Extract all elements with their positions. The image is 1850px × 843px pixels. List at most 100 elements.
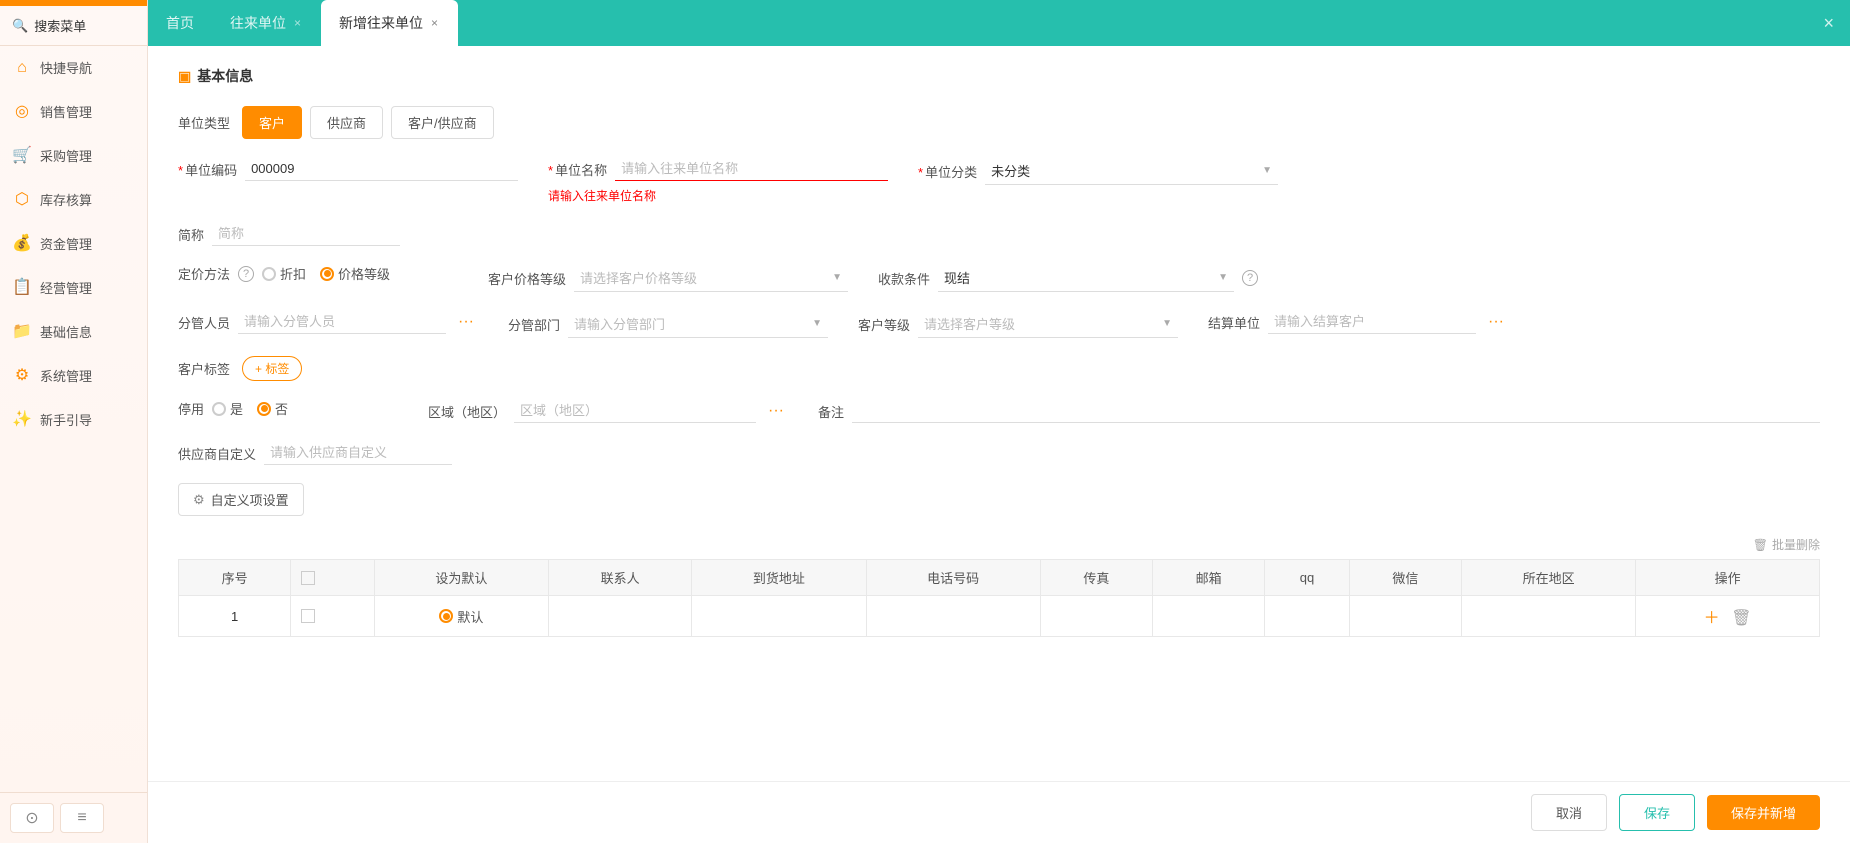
cell-fax [1040, 596, 1152, 637]
cell-email [1152, 596, 1264, 637]
unit-code-input[interactable] [245, 157, 518, 181]
unit-code-field: *单位编码 [178, 157, 518, 181]
sidebar-item-label: 基础信息 [40, 322, 92, 341]
code-name-category-row: *单位编码 *单位名称 请输入往来单位名称 *单位分类 未分类 ▼ [178, 157, 1820, 204]
region-more-icon[interactable]: ··· [764, 402, 788, 420]
department-select[interactable]: 请输入分管部门 ▼ [568, 310, 828, 338]
select-all-checkbox[interactable] [301, 571, 315, 585]
manager-row: 分管人员 ··· 分管部门 请输入分管部门 ▼ 客户等级 请选择客户等级 ▼ [178, 310, 1820, 338]
section-icon: ▣ [178, 68, 191, 85]
pricing-method-help-icon[interactable]: ? [238, 266, 254, 282]
radio-discount[interactable]: 折扣 [262, 264, 306, 283]
customer-price-level-select[interactable]: 请选择客户价格等级 ▼ [574, 264, 848, 292]
payment-terms-select[interactable]: 现结 ▼ [938, 264, 1234, 292]
radio-price-level[interactable]: 价格等级 [320, 264, 390, 283]
tab-new-counterparty-close[interactable]: × [429, 16, 440, 30]
sidebar-item-sys-mgmt[interactable]: ⚙ 系统管理 [0, 353, 147, 397]
sidebar-item-label: 资金管理 [40, 234, 92, 253]
main-close-button[interactable]: × [1807, 13, 1850, 34]
sidebar-item-label: 库存核算 [40, 190, 92, 209]
unit-type-field: 单位类型 客户 供应商 客户/供应商 [178, 106, 494, 139]
remark-field: 备注 [818, 399, 1820, 423]
unit-category-value: 未分类 [991, 161, 1258, 180]
pricing-row: 定价方法 ? 折扣 价格等级 客户价格等级 请选择客户价格等级 [178, 264, 1820, 292]
cell-area [1462, 596, 1636, 637]
supplier-custom-input[interactable] [264, 441, 452, 465]
sidebar-item-beginner[interactable]: ✨ 新手引导 [0, 397, 147, 441]
customer-level-field: 客户等级 请选择客户等级 ▼ [858, 310, 1178, 338]
sidebar-item-inventory[interactable]: ⬡ 库存核算 [0, 177, 147, 221]
sidebar-item-operations[interactable]: 📋 经营管理 [0, 265, 147, 309]
cell-default: 默认 [374, 596, 548, 637]
customer-level-select[interactable]: 请选择客户等级 ▼ [918, 310, 1178, 338]
manager-input[interactable] [238, 310, 446, 334]
type-btn-both[interactable]: 客户/供应商 [391, 106, 494, 139]
unit-name-input[interactable] [615, 157, 888, 181]
manager-more-icon[interactable]: ··· [454, 313, 478, 331]
col-qq: qq [1265, 560, 1350, 596]
remark-input[interactable] [852, 399, 1820, 423]
section-title-text: 基本信息 [197, 66, 253, 86]
sidebar-item-label: 经营管理 [40, 278, 92, 297]
chevron-down-icon2: ▼ [832, 272, 842, 283]
settlement-unit-more-icon[interactable]: ··· [1484, 313, 1508, 331]
radio-no[interactable]: 否 [257, 399, 288, 418]
radio-discount-label: 折扣 [280, 264, 306, 283]
search-menu-item[interactable]: 🔍 搜索菜单 [0, 6, 147, 46]
bottom-bar: 取消 保存 保存并新增 [148, 781, 1850, 843]
radio-no-label: 否 [275, 399, 288, 418]
add-tag-button[interactable]: + 标签 [242, 356, 302, 381]
sidebar-item-finance[interactable]: 💰 资金管理 [0, 221, 147, 265]
chevron-down-icon3: ▼ [1218, 272, 1228, 283]
row-default-radio[interactable]: 默认 [385, 607, 538, 626]
col-checkbox [291, 560, 375, 596]
short-name-label: 简称 [178, 225, 204, 244]
tab-home[interactable]: 首页 [148, 0, 212, 46]
row-add-button[interactable]: ＋ [1700, 610, 1724, 627]
region-label: 区域（地区） [428, 402, 506, 421]
radio-no-circle [257, 402, 271, 416]
tab-counterparty-close[interactable]: × [292, 16, 303, 30]
type-btn-supplier[interactable]: 供应商 [310, 106, 383, 139]
save-add-button[interactable]: 保存并新增 [1707, 795, 1820, 830]
radio-yes[interactable]: 是 [212, 399, 243, 418]
custom-settings-button[interactable]: ⚙ 自定义项设置 [178, 483, 304, 516]
sidebar-item-label: 采购管理 [40, 146, 92, 165]
chevron-down-icon: ▼ [1262, 165, 1272, 176]
payment-terms-help-icon[interactable]: ? [1242, 270, 1258, 286]
sidebar-item-purchase-mgmt[interactable]: 🛒 采购管理 [0, 133, 147, 177]
batch-delete-button[interactable]: 🗑 批量删除 [1753, 536, 1820, 553]
row-delete-button[interactable]: 🗑 [1727, 610, 1755, 627]
sidebar-footer-btn2[interactable]: ≡ [60, 803, 104, 833]
tab-counterparty-label: 往来单位 [230, 13, 286, 33]
sidebar-item-quick-nav[interactable]: ⌂ 快捷导航 [0, 46, 147, 89]
short-name-input[interactable] [212, 222, 400, 246]
tab-counterparty[interactable]: 往来单位 × [212, 0, 321, 46]
sidebar-item-basic-info[interactable]: 📁 基础信息 [0, 309, 147, 353]
unit-name-field: *单位名称 请输入往来单位名称 [548, 157, 888, 204]
unit-name-label: *单位名称 [548, 160, 607, 179]
customer-price-level-placeholder: 请选择客户价格等级 [580, 268, 828, 287]
col-fax: 传真 [1040, 560, 1152, 596]
sidebar-footer-btn1[interactable]: ⊙ [10, 803, 54, 833]
remark-label: 备注 [818, 402, 844, 421]
supplier-custom-row: 供应商自定义 [178, 441, 1820, 465]
chevron-down-icon4: ▼ [812, 318, 822, 329]
cell-op: ＋ 🗑 [1636, 596, 1820, 637]
radio-price-level-circle [320, 267, 334, 281]
tab-new-counterparty[interactable]: 新增往来单位 × [321, 0, 458, 46]
unit-type-btn-group: 客户 供应商 客户/供应商 [242, 106, 494, 139]
pricing-radio-group: 折扣 价格等级 [262, 264, 390, 283]
unit-category-select[interactable]: 未分类 ▼ [985, 157, 1278, 185]
row-checkbox[interactable] [301, 609, 315, 623]
settlement-unit-input[interactable] [1268, 310, 1476, 334]
col-email: 邮箱 [1152, 560, 1264, 596]
settlement-unit-label: 结算单位 [1208, 313, 1260, 332]
cancel-button[interactable]: 取消 [1531, 794, 1607, 831]
region-input[interactable] [514, 399, 756, 423]
save-button[interactable]: 保存 [1619, 794, 1695, 831]
col-default: 设为默认 [374, 560, 548, 596]
type-btn-customer[interactable]: 客户 [242, 106, 302, 139]
sidebar-item-sales-mgmt[interactable]: ◎ 销售管理 [0, 89, 147, 133]
cell-checkbox [291, 596, 375, 637]
